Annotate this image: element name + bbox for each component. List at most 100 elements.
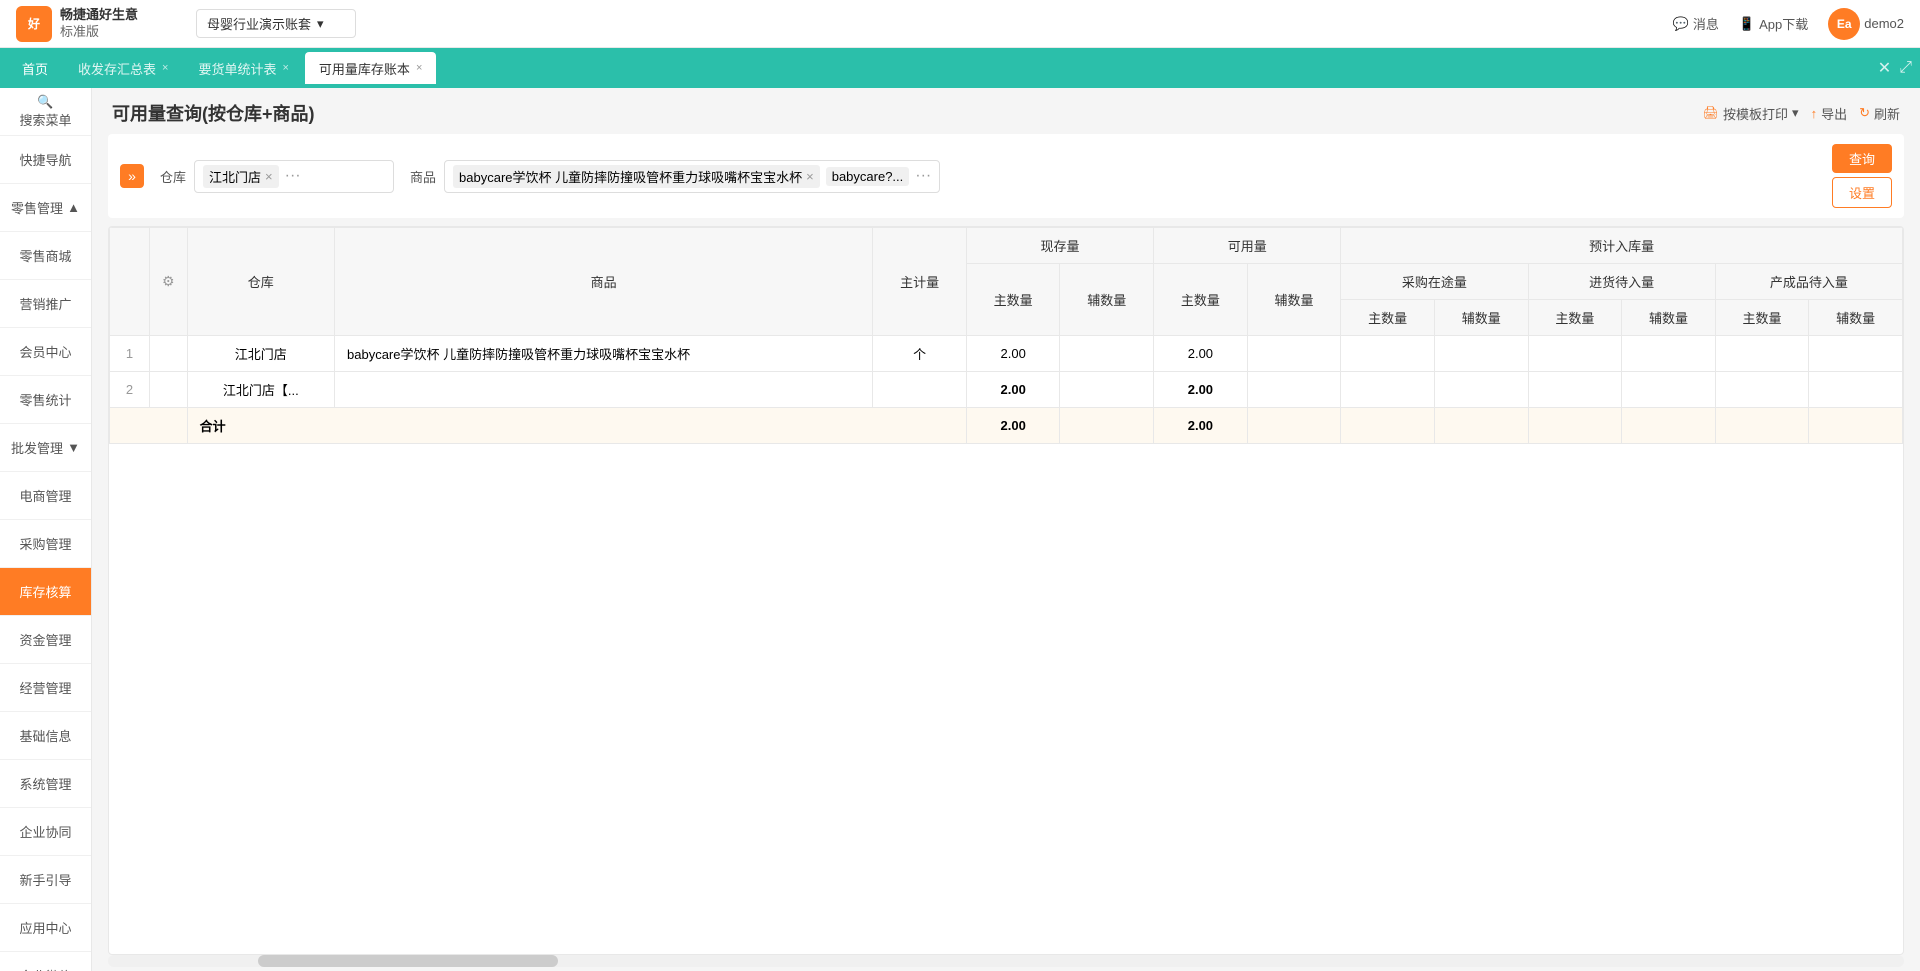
logo-icon: 好: [16, 6, 52, 42]
product-tag-1: babycare学饮杯 儿童防摔防撞吸管杯重力球吸嘴杯宝宝水杯 ×: [453, 165, 820, 188]
th-current-aux: 辅数量: [1060, 264, 1154, 336]
close-all-tabs-btn[interactable]: ✕: [1878, 58, 1891, 78]
sidebar-item-members[interactable]: 会员中心: [0, 328, 91, 376]
main-layout: 🔍 搜索菜单 快捷导航 零售管理 ▲ 零售商城 营销推广 会员中心 零售统计 批…: [0, 88, 1920, 971]
sidebar-item-marketing[interactable]: 营销推广: [0, 280, 91, 328]
th-inc-aux: 辅数量: [1622, 300, 1716, 336]
tab-orders[interactable]: 要货单统计表 ×: [184, 52, 302, 84]
sidebar-item-retail-stats[interactable]: 零售统计: [0, 376, 91, 424]
scrollbar-thumb[interactable]: [258, 955, 558, 967]
chevron-down-icon: ▾: [317, 16, 324, 32]
expand-btn[interactable]: ⤢: [1899, 59, 1912, 77]
tab-inventory[interactable]: 可用量库存账本 ×: [305, 52, 436, 84]
sidebar-item-ecommerce[interactable]: 电商管理: [0, 472, 91, 520]
footer-inc-main: [1528, 408, 1622, 444]
horizontal-scrollbar[interactable]: [108, 955, 1904, 967]
chevron-icon-wholesale: ▼: [67, 440, 80, 455]
cell-prd-aux-1: [1809, 336, 1903, 372]
message-icon: 💬: [1673, 16, 1689, 32]
cell-inc-aux-1: [1622, 336, 1716, 372]
page-title: 可用量查询(按仓库+商品): [112, 100, 315, 126]
cell-avail-aux-2: [1247, 372, 1341, 408]
warehouse-input[interactable]: 江北门店 × ···: [194, 160, 394, 193]
export-btn[interactable]: ↑ 导出: [1811, 104, 1848, 123]
warehouse-tag-remove[interactable]: ×: [265, 169, 273, 184]
footer-prd-aux: [1809, 408, 1903, 444]
sidebar-item-newbie[interactable]: 新手引导: [0, 856, 91, 904]
sidebar-item-search[interactable]: 🔍 搜索菜单: [0, 88, 91, 136]
chevron-icon: ▲: [67, 200, 80, 215]
cell-avail-main-1: 2.00: [1154, 336, 1248, 372]
tab-close-inventory[interactable]: ×: [416, 62, 422, 74]
refresh-btn[interactable]: ↻ 刷新: [1859, 104, 1900, 123]
filter-actions: 查询 设置: [1832, 144, 1892, 208]
sidebar-item-system[interactable]: 系统管理: [0, 760, 91, 808]
cell-warehouse-1: 江北门店: [187, 336, 334, 372]
th-prd-main: 主数量: [1715, 300, 1809, 336]
tab-close-receipts[interactable]: ×: [162, 62, 168, 74]
cell-product-2: [335, 372, 873, 408]
cell-cur-main-1: 2.00: [966, 336, 1060, 372]
topbar-right: 💬 消息 📱 App下载 Ea demo2: [1673, 8, 1904, 40]
th-avail-aux: 辅数量: [1247, 264, 1341, 336]
sidebar-item-retail-mall[interactable]: 零售商城: [0, 232, 91, 280]
data-table-container: ⚙ 仓库 商品 主计量 现存量 可用量 预计入库量 主数量 辅数量 主数量 辅数…: [108, 226, 1904, 955]
refresh-icon: ↻: [1859, 105, 1870, 121]
tabbar-right: ✕ ⤢: [1878, 58, 1912, 78]
cell-prd-aux-2: [1809, 372, 1903, 408]
cell-inc-main-2: [1528, 372, 1622, 408]
cell-gear-2[interactable]: [150, 372, 188, 408]
chevron-down-print: ▾: [1792, 105, 1799, 121]
app-download-btn[interactable]: 📱 App下载: [1739, 14, 1808, 33]
warehouse-more[interactable]: ···: [285, 167, 301, 185]
tab-receipts[interactable]: 收发存汇总表 ×: [64, 52, 182, 84]
query-btn[interactable]: 查询: [1832, 144, 1892, 173]
sidebar-item-operations[interactable]: 经营管理: [0, 664, 91, 712]
th-inc-main: 主数量: [1528, 300, 1622, 336]
sidebar-item-app-center[interactable]: 应用中心: [0, 904, 91, 952]
sidebar-item-basic[interactable]: 基础信息: [0, 712, 91, 760]
tab-home[interactable]: 首页: [8, 52, 62, 84]
company-selector[interactable]: 母婴行业演示账套 ▾: [196, 9, 356, 38]
cell-pur-main-2: [1341, 372, 1435, 408]
warehouse-filter-group: 仓库 江北门店 × ···: [160, 160, 394, 193]
product-more[interactable]: ···: [915, 167, 931, 185]
th-gear[interactable]: ⚙: [150, 228, 188, 336]
settings-btn[interactable]: 设置: [1832, 177, 1892, 208]
th-purchase-transit: 采购在途量: [1341, 264, 1528, 300]
sidebar-item-wechat[interactable]: 企业微信: [0, 952, 91, 971]
cell-prd-main-1: [1715, 336, 1809, 372]
th-avail-main: 主数量: [1154, 264, 1248, 336]
cell-pur-aux-2: [1434, 372, 1528, 408]
cell-unit-2: [873, 372, 967, 408]
cell-num-1: 1: [110, 336, 150, 372]
sidebar-item-nav[interactable]: 快捷导航: [0, 136, 91, 184]
logo-text: 畅捷通好生意 标准版: [60, 7, 138, 41]
cell-pur-main-1: [1341, 336, 1435, 372]
sidebar-item-purchase[interactable]: 采购管理: [0, 520, 91, 568]
cell-cur-aux-2: [1060, 372, 1154, 408]
sidebar-item-inventory[interactable]: 库存核算: [0, 568, 91, 616]
filter-expand-btn[interactable]: »: [120, 164, 144, 188]
product-tag1-remove[interactable]: ×: [806, 169, 814, 184]
warehouse-tag: 江北门店 ×: [203, 165, 279, 188]
th-product: 商品: [335, 228, 873, 336]
sidebar-item-finance[interactable]: 资金管理: [0, 616, 91, 664]
print-btn[interactable]: 🖨 按模板打印 ▾: [1703, 104, 1799, 123]
sidebar-item-retail[interactable]: 零售管理 ▲: [0, 184, 91, 232]
product-label: 商品: [410, 167, 436, 186]
sidebar-item-wholesale[interactable]: 批发管理 ▼: [0, 424, 91, 472]
footer-empty-1: [110, 408, 188, 444]
tab-close-orders[interactable]: ×: [282, 62, 288, 74]
product-filter-group: 商品 babycare学饮杯 儿童防摔防撞吸管杯重力球吸嘴杯宝宝水杯 × bab…: [410, 160, 940, 193]
messages-btn[interactable]: 💬 消息: [1673, 14, 1719, 33]
cell-inc-main-1: [1528, 336, 1622, 372]
footer-pur-aux: [1434, 408, 1528, 444]
cell-unit-1: 个: [873, 336, 967, 372]
sidebar-item-enterprise[interactable]: 企业协同: [0, 808, 91, 856]
user-menu[interactable]: Ea demo2: [1828, 8, 1904, 40]
logo-area: 好 畅捷通好生意 标准版: [16, 6, 196, 42]
tabbar: 首页 收发存汇总表 × 要货单统计表 × 可用量库存账本 × ✕ ⤢: [0, 48, 1920, 88]
cell-gear-1[interactable]: [150, 336, 188, 372]
product-input[interactable]: babycare学饮杯 儿童防摔防撞吸管杯重力球吸嘴杯宝宝水杯 × babyca…: [444, 160, 940, 193]
